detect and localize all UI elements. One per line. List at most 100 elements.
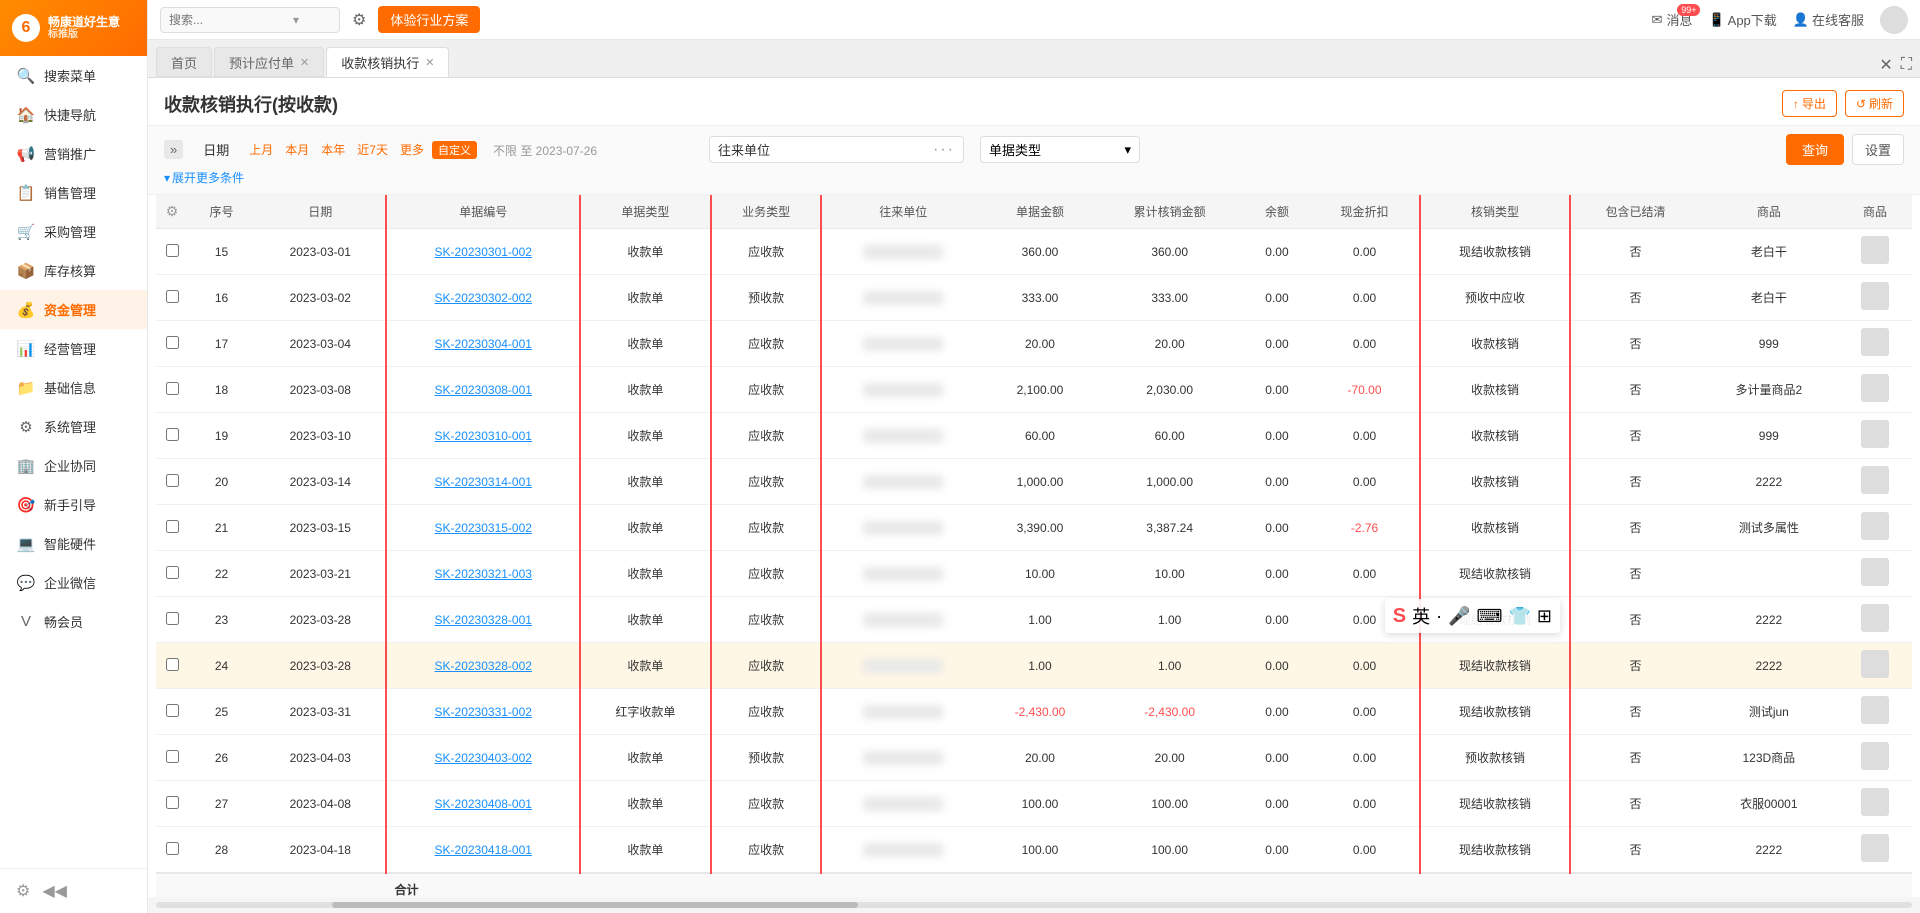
sidebar-item-purchase[interactable]: 🛒采购管理: [0, 212, 147, 251]
doc-no-link[interactable]: SK-20230418-001: [435, 843, 532, 857]
filter-doc-type-select[interactable]: 单据类型 ▾: [980, 136, 1140, 163]
ime-dot-icon[interactable]: ·: [1436, 606, 1442, 627]
cell-checkbox[interactable]: [156, 643, 188, 689]
horizontal-scrollbar[interactable]: [148, 897, 1920, 913]
sidebar-item-finance[interactable]: 💰资金管理: [0, 290, 147, 329]
online-service-button[interactable]: 👤 在线客服: [1793, 10, 1864, 29]
message-button[interactable]: ✉ 消息 99+: [1652, 10, 1693, 29]
sidebar-item-wechat[interactable]: 💬企业微信: [0, 563, 147, 602]
date-option-7days[interactable]: 近7天: [353, 139, 392, 160]
cell-checkbox[interactable]: [156, 781, 188, 827]
cell-checkbox[interactable]: [156, 229, 188, 275]
date-custom-button[interactable]: 自定义: [432, 141, 477, 159]
sidebar-item-basics[interactable]: 📁基础信息: [0, 368, 147, 407]
cell-checkbox[interactable]: [156, 505, 188, 551]
ime-mic-icon[interactable]: 🎤: [1448, 606, 1470, 627]
tab-close-pending[interactable]: ✕: [300, 56, 309, 69]
sidebar-item-inventory[interactable]: 📦库存核算: [0, 251, 147, 290]
sidebar-gear-icon[interactable]: ⚙: [16, 881, 30, 901]
query-button[interactable]: 查询: [1786, 134, 1844, 165]
row-checkbox[interactable]: [166, 612, 179, 625]
doc-no-link[interactable]: SK-20230403-002: [435, 751, 532, 765]
tab-close-writeoff[interactable]: ✕: [425, 56, 434, 69]
row-checkbox[interactable]: [166, 658, 179, 671]
doc-no-link[interactable]: SK-20230308-001: [435, 383, 532, 397]
doc-no-link[interactable]: SK-20230314-001: [435, 475, 532, 489]
row-checkbox[interactable]: [166, 750, 179, 763]
row-checkbox[interactable]: [166, 244, 179, 257]
tab-writeoff[interactable]: 收款核销执行✕: [326, 47, 449, 77]
sidebar-item-quick-nav[interactable]: 🏠快捷导航: [0, 95, 147, 134]
doc-no-link[interactable]: SK-20230304-001: [435, 337, 532, 351]
sidebar-item-sales[interactable]: 📋销售管理: [0, 173, 147, 212]
cell-balance: 0.00: [1243, 597, 1310, 643]
sidebar-item-system[interactable]: ⚙系统管理: [0, 407, 147, 446]
date-option-this-month[interactable]: 本月: [281, 139, 313, 160]
maximize-tab-icon[interactable]: ⛶: [1901, 56, 1912, 74]
filter-expand-button[interactable]: »: [164, 140, 183, 159]
doc-no-link[interactable]: SK-20230408-001: [435, 797, 532, 811]
row-checkbox[interactable]: [166, 290, 179, 303]
row-checkbox[interactable]: [166, 842, 179, 855]
sidebar-item-enterprise[interactable]: 🏢企业协同: [0, 446, 147, 485]
cell-checkbox[interactable]: [156, 367, 188, 413]
cell-checkbox[interactable]: [156, 827, 188, 874]
cell-checkbox[interactable]: [156, 275, 188, 321]
ime-keyboard-icon[interactable]: ⌨: [1477, 606, 1503, 627]
table-settings-icon[interactable]: ⚙: [166, 203, 179, 219]
cell-balance: 0.00: [1243, 459, 1310, 505]
sidebar-item-hardware[interactable]: 💻智能硬件: [0, 524, 147, 563]
doc-no-link[interactable]: SK-20230302-002: [435, 291, 532, 305]
topbar-gear-icon[interactable]: ⚙: [352, 10, 366, 30]
settings-button[interactable]: 设置: [1852, 134, 1904, 165]
doc-no-link[interactable]: SK-20230328-002: [435, 659, 532, 673]
filter-partner-more-icon[interactable]: ···: [933, 141, 955, 159]
sidebar-item-member[interactable]: V畅会员: [0, 602, 147, 641]
date-option-more[interactable]: 更多: [396, 139, 428, 160]
row-checkbox[interactable]: [166, 382, 179, 395]
doc-no-link[interactable]: SK-20230321-003: [435, 567, 532, 581]
date-option-this-year[interactable]: 本年: [317, 139, 349, 160]
row-checkbox[interactable]: [166, 796, 179, 809]
filter-expand-more-button[interactable]: ▾ 展开更多条件: [164, 169, 1904, 186]
row-checkbox[interactable]: [166, 566, 179, 579]
ime-shirt-icon[interactable]: 👕: [1508, 606, 1530, 627]
tab-home[interactable]: 首页: [156, 47, 212, 77]
row-checkbox[interactable]: [166, 520, 179, 533]
sidebar-item-operations[interactable]: 📊经营管理: [0, 329, 147, 368]
row-checkbox[interactable]: [166, 704, 179, 717]
app-download-button[interactable]: 📱 App下载: [1708, 10, 1776, 29]
topbar-chevron-icon[interactable]: ▾: [293, 13, 299, 27]
cell-checkbox[interactable]: [156, 597, 188, 643]
scrollbar-thumb[interactable]: [332, 902, 859, 908]
doc-no-link[interactable]: SK-20230331-002: [435, 705, 532, 719]
ime-grid-icon[interactable]: ⊞: [1537, 606, 1552, 627]
doc-no-link[interactable]: SK-20230310-001: [435, 429, 532, 443]
sidebar-item-marketing[interactable]: 📢营销推广: [0, 134, 147, 173]
cell-checkbox[interactable]: [156, 459, 188, 505]
filter-partner-input[interactable]: [778, 143, 933, 157]
row-checkbox[interactable]: [166, 336, 179, 349]
cell-checkbox[interactable]: [156, 551, 188, 597]
doc-no-link[interactable]: SK-20230315-002: [435, 521, 532, 535]
doc-no-link[interactable]: SK-20230328-001: [435, 613, 532, 627]
export-button[interactable]: ↑ 导出: [1782, 90, 1837, 117]
cell-checkbox[interactable]: [156, 413, 188, 459]
close-tab-icon[interactable]: ✕: [1879, 55, 1892, 75]
doc-no-link[interactable]: SK-20230301-002: [435, 245, 532, 259]
sidebar-item-search[interactable]: 🔍搜索菜单: [0, 56, 147, 95]
cell-checkbox[interactable]: [156, 689, 188, 735]
date-option-last-month[interactable]: 上月: [245, 139, 277, 160]
solution-button[interactable]: 体验行业方案: [378, 6, 480, 33]
row-checkbox[interactable]: [166, 474, 179, 487]
row-checkbox[interactable]: [166, 428, 179, 441]
tab-pending[interactable]: 预计应付单✕: [214, 47, 324, 77]
cell-checkbox[interactable]: [156, 735, 188, 781]
refresh-button[interactable]: ↺ 刷新: [1845, 90, 1904, 117]
user-avatar[interactable]: [1880, 6, 1908, 34]
cell-checkbox[interactable]: [156, 321, 188, 367]
ime-chinese-icon[interactable]: 英: [1412, 603, 1430, 629]
sidebar-item-guide[interactable]: 🎯新手引导: [0, 485, 147, 524]
sidebar-collapse-icon[interactable]: ◀◀: [42, 881, 67, 901]
topbar-search-input[interactable]: [169, 13, 289, 27]
